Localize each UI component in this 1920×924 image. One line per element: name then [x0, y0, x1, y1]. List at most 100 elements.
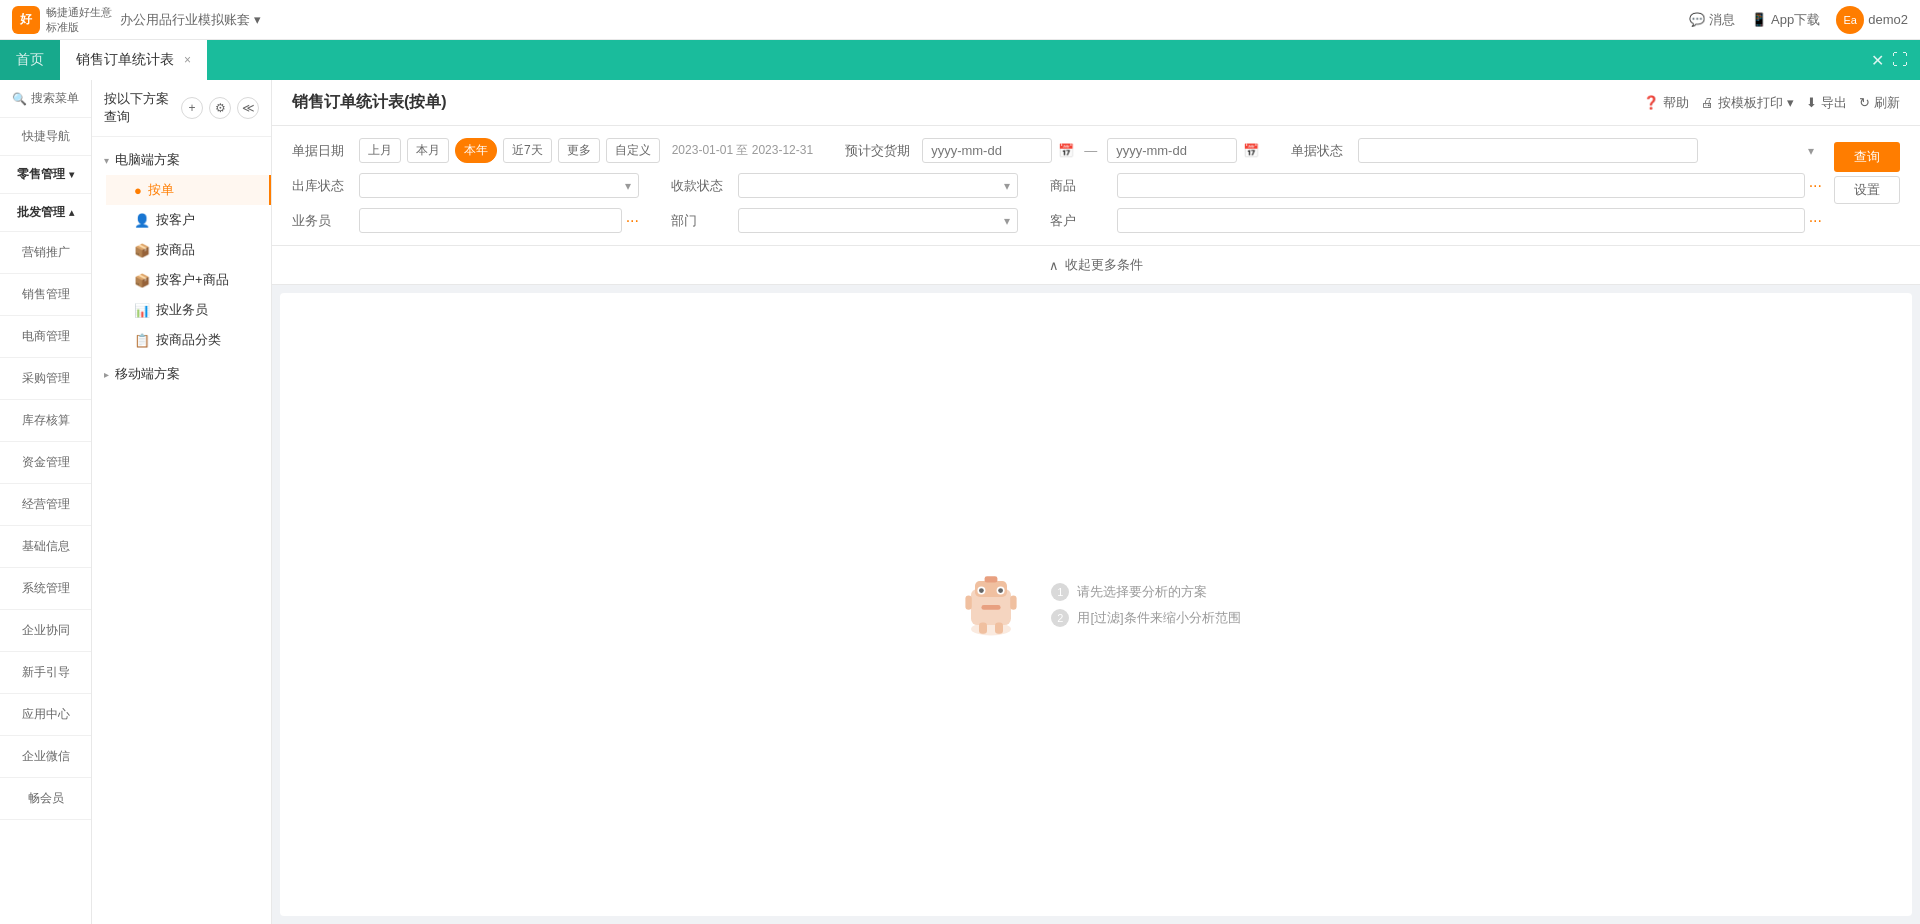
export-icon: ⬇	[1806, 95, 1817, 110]
sidebar-item-ecommerce[interactable]: 电商管理	[0, 316, 91, 358]
goods-input[interactable]	[1117, 173, 1805, 198]
tab-maximize-btn[interactable]: ⛶	[1892, 51, 1908, 69]
customer-input[interactable]	[1117, 208, 1805, 233]
customer-more-btn[interactable]: ···	[1809, 212, 1822, 230]
sidebar-item-member[interactable]: 畅会员	[0, 778, 91, 820]
tree-item-by-salesperson[interactable]: 📊 按业务员	[106, 295, 271, 325]
calendar-icon-start[interactable]: 📅	[1058, 143, 1074, 158]
top-bar-right: 💬 消息 📱 App下载 Ea demo2	[1689, 6, 1908, 34]
status-label: 单据状态	[1291, 142, 1346, 160]
sidebar-item-operations[interactable]: 经营管理	[0, 484, 91, 526]
tab-home[interactable]: 首页	[0, 40, 60, 80]
salesperson-input[interactable]	[359, 208, 622, 233]
left-panel: 按以下方案查询 + ⚙ ≪ ▾ 电脑端方案 ● 按单	[92, 80, 272, 924]
by-category-icon: 📋	[134, 333, 150, 348]
logo-text: 畅捷通好生意 标准版	[46, 5, 112, 34]
main-content: 销售订单统计表(按单) ❓ 帮助 🖨 按模板打印 ▾ ⬇ 导出	[272, 80, 1920, 924]
delivery-label: 出库状态	[292, 177, 347, 195]
filter-row-3: 业务员 ··· 部门 客户	[292, 208, 1822, 233]
expected-date-end[interactable]	[1107, 138, 1237, 163]
empty-tips: 1 请先选择要分析的方案 2 用[过滤]条件来缩小分析范围	[1051, 583, 1240, 627]
sidebar-item-enterprise[interactable]: 企业协同	[0, 610, 91, 652]
tree-expand-icon: ▾	[104, 155, 109, 166]
sidebar-item-finance[interactable]: 资金管理	[0, 442, 91, 484]
app-icon: 📱	[1751, 12, 1767, 27]
sidebar-item-newbie[interactable]: 新手引导	[0, 652, 91, 694]
delivery-select[interactable]	[359, 173, 639, 198]
payment-select[interactable]	[738, 173, 1018, 198]
sidebar-item-inventory[interactable]: 库存核算	[0, 400, 91, 442]
tab-minimize-btn[interactable]: ✕	[1871, 51, 1884, 70]
sidebar-item-wholesale[interactable]: 批发管理 ▴	[0, 194, 91, 232]
top-bar: 好 畅捷通好生意 标准版 办公用品行业模拟账套 ▾ 💬 消息 📱 App下载 E…	[0, 0, 1920, 40]
tip-num-1: 1	[1051, 583, 1069, 601]
user-area[interactable]: Ea demo2	[1836, 6, 1908, 34]
sidebar-item-wechat[interactable]: 企业微信	[0, 736, 91, 778]
expected-date-group: 📅 — 📅	[922, 138, 1259, 163]
sidebar-search[interactable]: 🔍 搜索菜单	[0, 80, 91, 118]
salesperson-more-btn[interactable]: ···	[626, 212, 639, 230]
tree-section-mobile-label: 移动端方案	[115, 365, 180, 383]
tree-section-mobile: ▸ 移动端方案	[92, 359, 271, 389]
tree-item-by-category[interactable]: 📋 按商品分类	[106, 325, 271, 355]
tab-bar: 首页 销售订单统计表 × ✕ ⛶	[0, 40, 1920, 80]
tab-active[interactable]: 销售订单统计表 ×	[60, 40, 207, 80]
tab-bar-actions: ✕ ⛶	[1871, 51, 1920, 70]
top-bar-left: 好 畅捷通好生意 标准版 办公用品行业模拟账套 ▾	[12, 5, 261, 34]
tree-item-by-customer-goods[interactable]: 📦 按客户+商品	[106, 265, 271, 295]
tree-item-by-customer[interactable]: 👤 按客户	[106, 205, 271, 235]
by-order-icon: ●	[134, 183, 142, 198]
expected-date-start[interactable]	[922, 138, 1052, 163]
tree-item-by-goods[interactable]: 📦 按商品	[106, 235, 271, 265]
logo-icon: 好	[12, 6, 40, 34]
status-select-wrapper	[1358, 138, 1822, 163]
app-download-btn[interactable]: 📱 App下载	[1751, 11, 1820, 29]
sidebar: 🔍 搜索菜单 快捷导航 零售管理 ▾ 批发管理 ▴ 营销推广 销售管理 电商管理…	[0, 80, 92, 924]
main-layout: 🔍 搜索菜单 快捷导航 零售管理 ▾ 批发管理 ▴ 营销推广 销售管理 电商管理…	[0, 80, 1920, 924]
refresh-btn[interactable]: ↻ 刷新	[1859, 94, 1900, 112]
filter-row-2: 出库状态 收款状态	[292, 173, 1822, 198]
tree-collapse-icon: ▸	[104, 369, 109, 380]
sidebar-item-marketing[interactable]: 营销推广	[0, 232, 91, 274]
tree-subsection-pc: ● 按单 👤 按客户 📦 按商品 📦 按客	[92, 175, 271, 355]
sidebar-item-sales[interactable]: 销售管理	[0, 274, 91, 316]
date-btn-more[interactable]: 更多	[558, 138, 600, 163]
calendar-icon-end[interactable]: 📅	[1243, 143, 1259, 158]
by-salesperson-icon: 📊	[134, 303, 150, 318]
collapse-panel-btn[interactable]: ≪	[237, 97, 259, 119]
empty-state: 1 请先选择要分析的方案 2 用[过滤]条件来缩小分析范围	[280, 293, 1912, 916]
export-btn[interactable]: ⬇ 导出	[1806, 94, 1847, 112]
message-btn[interactable]: 💬 消息	[1689, 11, 1735, 29]
template-print-btn[interactable]: 🖨 按模板打印 ▾	[1701, 94, 1794, 112]
tree-item-by-order[interactable]: ● 按单	[106, 175, 271, 205]
settings-btn[interactable]: 设置	[1834, 176, 1900, 204]
sidebar-item-basic[interactable]: 基础信息	[0, 526, 91, 568]
query-btn[interactable]: 查询	[1834, 142, 1900, 172]
help-btn[interactable]: ❓ 帮助	[1643, 94, 1689, 112]
sidebar-item-purchase[interactable]: 采购管理	[0, 358, 91, 400]
date-btn-custom[interactable]: 自定义	[606, 138, 660, 163]
collapse-row[interactable]: ∧ 收起更多条件	[272, 246, 1920, 285]
settings-scheme-btn[interactable]: ⚙	[209, 97, 231, 119]
tree-section-pc-header[interactable]: ▾ 电脑端方案	[92, 145, 271, 175]
status-select[interactable]	[1358, 138, 1698, 163]
filter-area: 单据日期 上月 本月 本年 近7天 更多 自定义 2023-01-01 至 20…	[272, 126, 1920, 246]
department-select[interactable]	[738, 208, 1018, 233]
date-btn-last-month[interactable]: 上月	[359, 138, 401, 163]
date-btn-this-year[interactable]: 本年	[455, 138, 497, 163]
left-panel-tools: + ⚙ ≪	[181, 97, 259, 119]
sidebar-quick-nav[interactable]: 快捷导航	[0, 118, 91, 156]
page-header: 销售订单统计表(按单) ❓ 帮助 🖨 按模板打印 ▾ ⬇ 导出	[272, 80, 1920, 126]
date-btn-7days[interactable]: 近7天	[503, 138, 552, 163]
add-scheme-btn[interactable]: +	[181, 97, 203, 119]
sidebar-item-app-center[interactable]: 应用中心	[0, 694, 91, 736]
goods-more-btn[interactable]: ···	[1809, 177, 1822, 195]
print-icon: 🖨	[1701, 95, 1714, 110]
date-btn-this-month[interactable]: 本月	[407, 138, 449, 163]
collapse-label: 收起更多条件	[1065, 256, 1143, 274]
sidebar-item-retail[interactable]: 零售管理 ▾	[0, 156, 91, 194]
tab-close-btn[interactable]: ×	[184, 53, 191, 67]
empty-illustration	[951, 565, 1031, 645]
tree-section-mobile-header[interactable]: ▸ 移动端方案	[92, 359, 271, 389]
sidebar-item-system[interactable]: 系统管理	[0, 568, 91, 610]
